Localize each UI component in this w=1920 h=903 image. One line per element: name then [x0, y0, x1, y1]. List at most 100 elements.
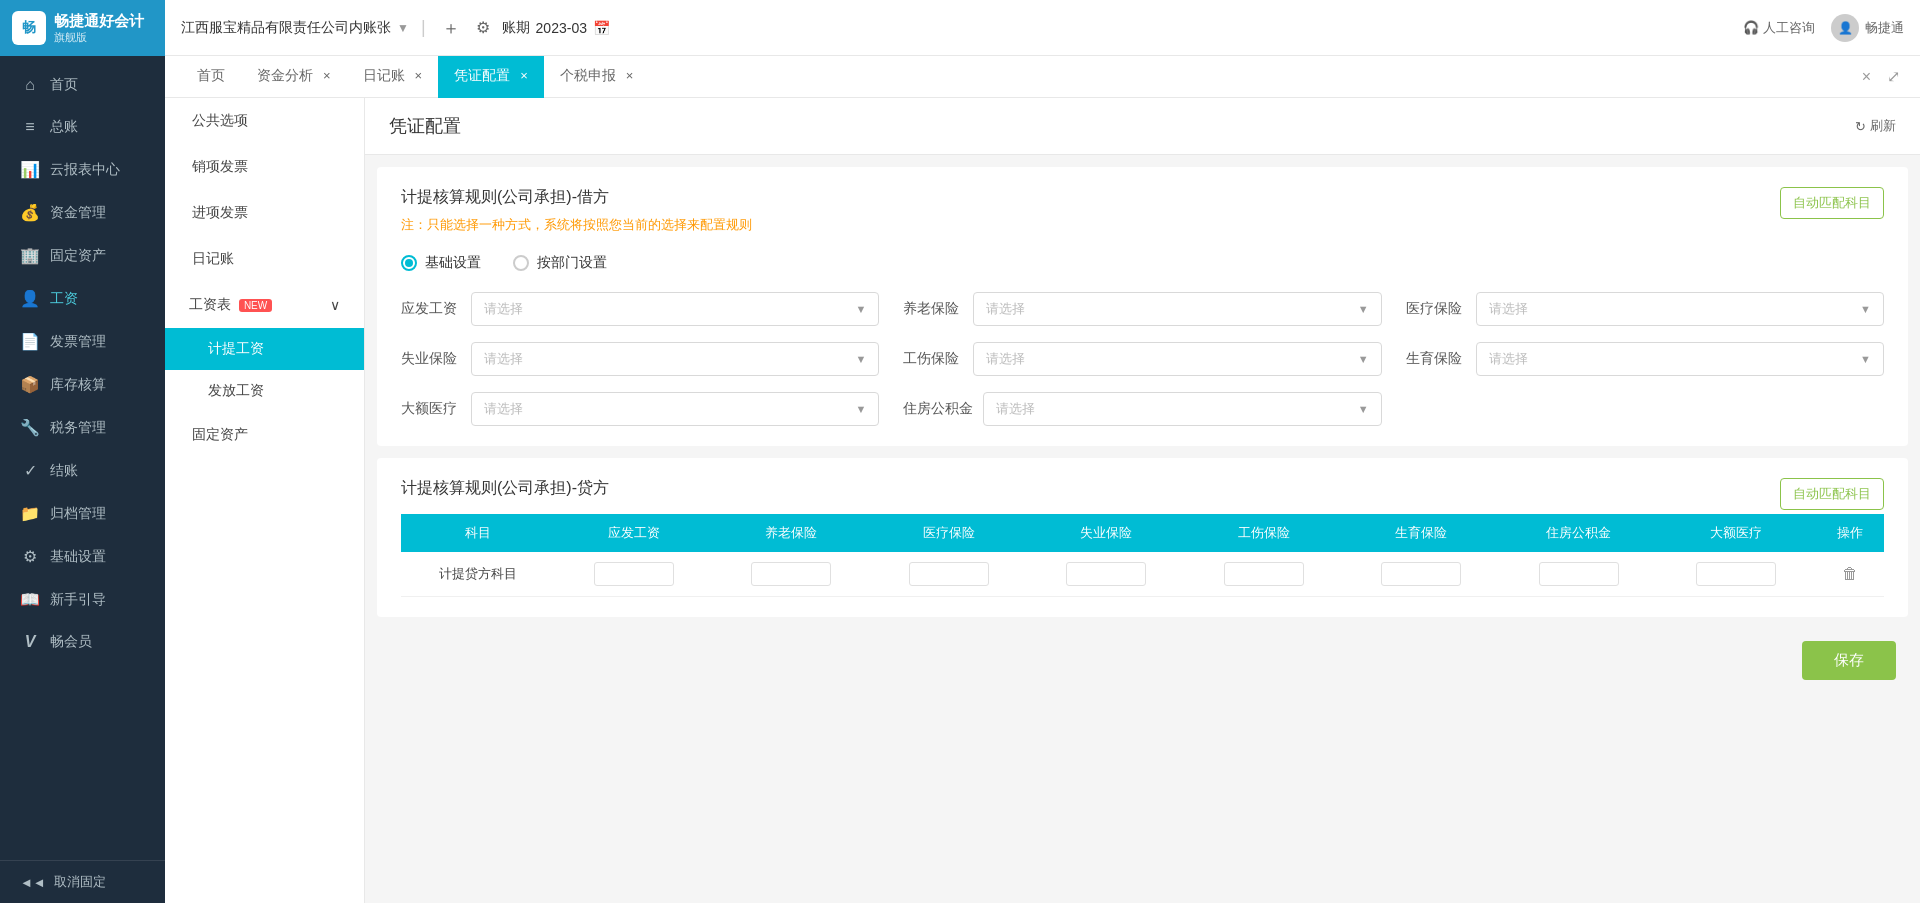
app-logo-icon: 畅 — [12, 11, 46, 45]
select-medical[interactable]: 请选择 ▼ — [1476, 292, 1884, 326]
debit-section: 计提核算规则(公司承担)-借方 注：只能选择一种方式，系统将按照您当前的选择来配… — [377, 167, 1908, 446]
inventory-icon: 📦 — [20, 375, 40, 394]
input-medical[interactable] — [909, 562, 989, 586]
sidebar-item-vip[interactable]: V 畅会员 — [0, 621, 165, 663]
sidebar-item-invoice[interactable]: 📄 发票管理 — [0, 320, 165, 363]
table-row: 计提贷方科目 🗑 — [401, 552, 1884, 597]
tab-close-button[interactable]: × — [626, 68, 634, 83]
tab-journal[interactable]: 日记账 × — [347, 56, 439, 98]
nav-item-purchase-invoice[interactable]: 进项发票 — [165, 190, 364, 236]
dropdown-icon: ▼ — [397, 21, 409, 35]
field-large-medical: 大额医疗 请选择 ▼ — [401, 392, 879, 426]
sidebar-item-reports[interactable]: 📊 云报表中心 — [0, 148, 165, 191]
nav-item-fixed-assets[interactable]: 固定资产 — [165, 412, 364, 458]
close-all-tabs-button[interactable]: × — [1858, 63, 1875, 90]
company-selector[interactable]: 江西服宝精品有限责任公司内账张 ▼ — [181, 19, 409, 37]
expand-tabs-button[interactable]: ⤢ — [1883, 63, 1904, 90]
select-large-medical[interactable]: 请选择 ▼ — [471, 392, 879, 426]
radio-basic-settings[interactable]: 基础设置 — [401, 254, 481, 272]
cell-pension — [713, 552, 870, 597]
nav-item-salary-sheet[interactable]: 工资表 NEW ∨ — [165, 282, 364, 328]
radio-dept-settings[interactable]: 按部门设置 — [513, 254, 607, 272]
select-housing-fund[interactable]: 请选择 ▼ — [983, 392, 1381, 426]
auto-match-credit-button[interactable]: 自动匹配科目 — [1780, 478, 1884, 510]
input-gross-salary[interactable] — [594, 562, 674, 586]
tab-close-button[interactable]: × — [415, 68, 423, 83]
col-housing-fund: 住房公积金 — [1500, 514, 1657, 552]
col-maternity: 生育保险 — [1343, 514, 1500, 552]
settings-gear-icon[interactable]: ⚙ — [476, 18, 490, 37]
input-maternity[interactable] — [1381, 562, 1461, 586]
select-injury[interactable]: 请选择 ▼ — [973, 342, 1381, 376]
sidebar-item-inventory[interactable]: 📦 库存核算 — [0, 363, 165, 406]
new-badge: NEW — [239, 299, 272, 312]
tabbar-actions: × ⤢ — [1858, 63, 1904, 90]
select-gross-salary[interactable]: 请选择 ▼ — [471, 292, 879, 326]
tab-close-button[interactable]: × — [520, 68, 528, 83]
field-label: 失业保险 — [401, 350, 461, 368]
tab-voucher-config[interactable]: 凭证配置 × — [438, 56, 544, 98]
tax-icon: 🔧 — [20, 418, 40, 437]
radio-group: 基础设置 按部门设置 — [401, 254, 1884, 272]
cell-large-medical — [1658, 552, 1815, 597]
sidebar-item-settings[interactable]: ⚙ 基础设置 — [0, 535, 165, 578]
radio-circle-basic — [401, 255, 417, 271]
chevron-down-icon: ▼ — [1358, 353, 1369, 365]
main-area: 江西服宝精品有限责任公司内账张 ▼ | ＋ ⚙ 账期 2023-03 📅 🎧 人… — [165, 0, 1920, 903]
col-large-medical: 大额医疗 — [1658, 514, 1815, 552]
user-menu[interactable]: 👤 畅捷通 — [1831, 14, 1904, 42]
refresh-button[interactable]: ↻ 刷新 — [1855, 117, 1896, 135]
headset-icon: 🎧 — [1743, 20, 1759, 35]
sidebar-item-archive[interactable]: 📁 归档管理 — [0, 492, 165, 535]
col-gross-salary: 应发工资 — [555, 514, 712, 552]
sidebar-item-home[interactable]: ⌂ 首页 — [0, 64, 165, 106]
cell-injury — [1185, 552, 1342, 597]
sidebar-item-ledger[interactable]: ≡ 总账 — [0, 106, 165, 148]
chevron-down-icon: ▼ — [855, 353, 866, 365]
tab-label: 资金分析 — [257, 67, 313, 85]
period-selector[interactable]: 账期 2023-03 📅 — [502, 19, 610, 37]
nav-item-sales-invoice[interactable]: 销项发票 — [165, 144, 364, 190]
input-housing-fund[interactable] — [1539, 562, 1619, 586]
add-company-button[interactable]: ＋ — [438, 12, 464, 44]
sidebar-item-label: 畅会员 — [50, 633, 92, 651]
sidebar-item-salary[interactable]: 👤 工资 — [0, 277, 165, 320]
chevron-down-icon: ∨ — [330, 297, 340, 313]
input-injury[interactable] — [1224, 562, 1304, 586]
refresh-icon: ↻ — [1855, 119, 1866, 134]
nav-item-journal[interactable]: 日记账 — [165, 236, 364, 282]
sidebar-item-label: 发票管理 — [50, 333, 106, 351]
delete-row-button[interactable]: 🗑 — [1842, 565, 1858, 583]
select-pension[interactable]: 请选择 ▼ — [973, 292, 1381, 326]
sidebar-item-label: 云报表中心 — [50, 161, 120, 179]
select-maternity[interactable]: 请选择 ▼ — [1476, 342, 1884, 376]
tab-home[interactable]: 首页 — [181, 56, 241, 98]
support-button[interactable]: 🎧 人工咨询 — [1743, 19, 1815, 37]
sidebar-item-funds[interactable]: 💰 资金管理 — [0, 191, 165, 234]
tab-funds-analysis[interactable]: 资金分析 × — [241, 56, 347, 98]
sidebar-item-guide[interactable]: 📖 新手引导 — [0, 578, 165, 621]
input-large-medical[interactable] — [1696, 562, 1776, 586]
sidebar-item-closing[interactable]: ✓ 结账 — [0, 449, 165, 492]
sidebar-item-assets[interactable]: 🏢 固定资产 — [0, 234, 165, 277]
tab-tax-report[interactable]: 个税申报 × — [544, 56, 650, 98]
input-pension[interactable] — [751, 562, 831, 586]
credit-table-head: 科目 应发工资 养老保险 医疗保险 失业保险 工伤保险 生育保险 住房公积金 大… — [401, 514, 1884, 552]
credit-section-title: 计提核算规则(公司承担)-贷方 — [401, 478, 609, 499]
cancel-pin-button[interactable]: ◄◄ 取消固定 — [0, 860, 165, 903]
select-unemployment[interactable]: 请选择 ▼ — [471, 342, 879, 376]
nav-item-pay-salary[interactable]: 发放工资 — [165, 370, 364, 412]
credit-table-wrap: 科目 应发工资 养老保险 医疗保险 失业保险 工伤保险 生育保险 住房公积金 大… — [401, 514, 1884, 597]
save-button[interactable]: 保存 — [1802, 641, 1896, 680]
sidebar-item-tax[interactable]: 🔧 税务管理 — [0, 406, 165, 449]
credit-table-body: 计提贷方科目 🗑 — [401, 552, 1884, 597]
input-unemployment[interactable] — [1066, 562, 1146, 586]
nav-item-public[interactable]: 公共选项 — [165, 98, 364, 144]
nav-item-accrue-salary[interactable]: 计提工资 — [165, 328, 364, 370]
field-maternity: 生育保险 请选择 ▼ — [1406, 342, 1884, 376]
company-name: 江西服宝精品有限责任公司内账张 — [181, 19, 391, 37]
tab-close-button[interactable]: × — [323, 68, 331, 83]
sidebar-item-label: 资金管理 — [50, 204, 106, 222]
main-content: 凭证配置 ↻ 刷新 计提核算规则(公司承担)-借方 注：只能选择一种方式，系统将… — [365, 98, 1920, 903]
auto-match-debit-button[interactable]: 自动匹配科目 — [1780, 187, 1884, 219]
